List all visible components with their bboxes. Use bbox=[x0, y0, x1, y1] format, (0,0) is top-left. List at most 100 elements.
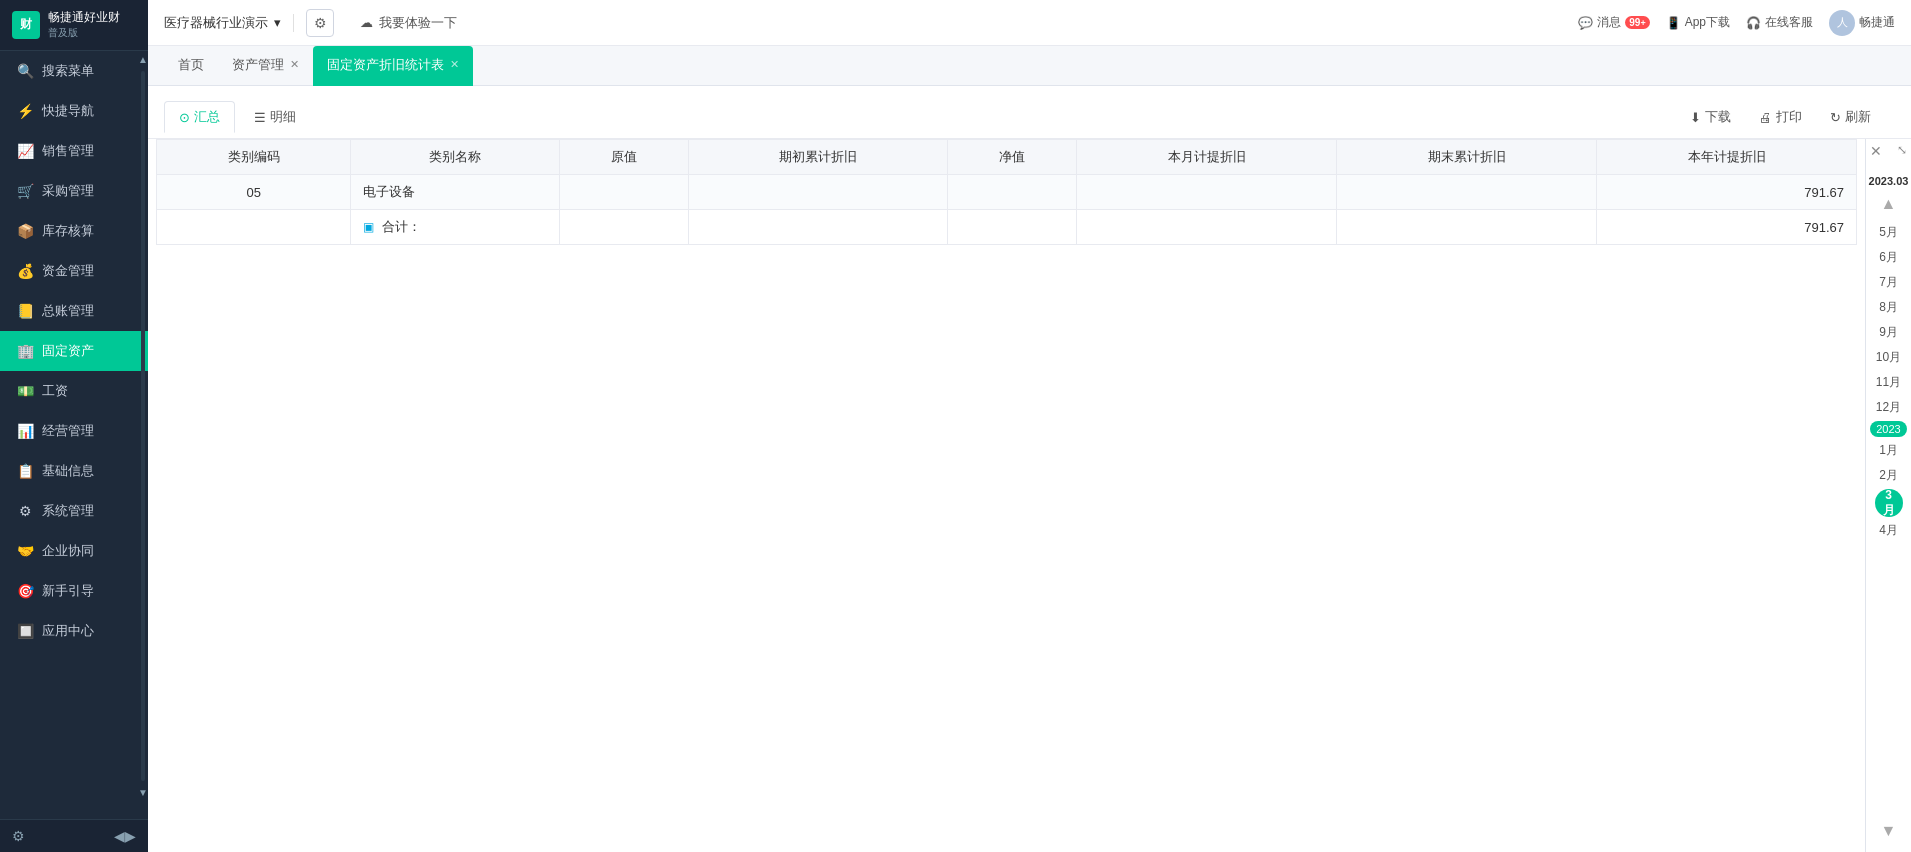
main-area: 医疗器械行业演示 ▾ ⚙ ☁ 我要体验一下 💬 消息 99+ 📱 App下载 🎧… bbox=[148, 0, 1911, 852]
settings-footer-icon[interactable]: ⚙ bbox=[12, 828, 25, 844]
assets-icon: 🏢 bbox=[16, 342, 34, 360]
panel-month-11[interactable]: 11月 bbox=[1870, 371, 1908, 394]
sidebar-item-assets[interactable]: 🏢 固定资产 bbox=[0, 331, 148, 371]
basic-icon: 📋 bbox=[16, 462, 34, 480]
panel-month-list: 5月 6月 7月 8月 9月 10月 11月 12月 2023 1月 2月 3月… bbox=[1866, 221, 1911, 814]
subtab-detail[interactable]: ☰ 明细 bbox=[239, 101, 311, 133]
experience-button[interactable]: ☁ 我要体验一下 bbox=[350, 10, 467, 36]
refresh-button[interactable]: ↻ 刷新 bbox=[1822, 104, 1879, 130]
search-icon: 🔍 bbox=[16, 62, 34, 80]
panel-expand-icon[interactable]: ⤡ bbox=[1897, 143, 1907, 157]
sidebar-item-fund-label: 资金管理 bbox=[42, 262, 94, 280]
subtab-summary[interactable]: ⊙ 汇总 bbox=[164, 101, 235, 133]
sidebar-scroll-area: 🔍 搜索菜单 ⚡ 快捷导航 📈 销售管理 🛒 采购管理 📦 库存核算 💰 资金管… bbox=[0, 51, 148, 819]
print-button[interactable]: 🖨 打印 bbox=[1751, 104, 1810, 130]
tab-depreciation-table[interactable]: 固定资产折旧统计表 ✕ bbox=[313, 46, 473, 86]
panel-close-icon[interactable]: ✕ bbox=[1870, 143, 1882, 159]
col-original: 原值 bbox=[559, 140, 688, 175]
download-label: App下载 bbox=[1685, 14, 1730, 31]
panel-month-8[interactable]: 8月 bbox=[1870, 296, 1908, 319]
guide-icon: 🎯 bbox=[16, 582, 34, 600]
download-button[interactable]: 📱 App下载 bbox=[1666, 14, 1730, 31]
company-selector[interactable]: 医疗器械行业演示 ▾ bbox=[164, 14, 281, 32]
col-net: 净值 bbox=[948, 140, 1077, 175]
col-name: 类别名称 bbox=[351, 140, 560, 175]
experience-label: 我要体验一下 bbox=[379, 14, 457, 32]
panel-month-1[interactable]: 1月 bbox=[1870, 439, 1908, 462]
table-row: 05 电子设备 791.67 bbox=[157, 175, 1857, 210]
panel-month-2[interactable]: 2月 bbox=[1870, 464, 1908, 487]
user-menu[interactable]: 人 畅捷通 bbox=[1829, 10, 1895, 36]
content-area: ⊙ 汇总 ☰ 明细 ⬇ 下载 🖨 打印 ↻ 刷新 bbox=[148, 86, 1911, 852]
panel-month-9[interactable]: 9月 bbox=[1870, 321, 1908, 344]
panel-scroll-up[interactable]: ▲ bbox=[1877, 191, 1901, 217]
sidebar-item-salary-label: 工资 bbox=[42, 382, 68, 400]
panel-year-2023[interactable]: 2023 bbox=[1870, 421, 1906, 437]
panel-scroll-down[interactable]: ▼ bbox=[1877, 818, 1901, 844]
content-main: 类别编码 类别名称 原值 期初累计折旧 净值 本月计提折旧 期末累计折旧 本年计… bbox=[148, 139, 1865, 852]
tab-home[interactable]: 首页 bbox=[164, 46, 218, 86]
panel-month-6[interactable]: 6月 bbox=[1870, 246, 1908, 269]
cell-code: 05 bbox=[157, 175, 351, 210]
sidebar-item-search-label: 搜索菜单 bbox=[42, 62, 94, 80]
cell-name: 电子设备 bbox=[351, 175, 560, 210]
panel-month-12[interactable]: 12月 bbox=[1870, 396, 1908, 419]
subtab-summary-label: 汇总 bbox=[194, 108, 220, 126]
sidebar-item-basic[interactable]: 📋 基础信息 bbox=[0, 451, 148, 491]
notification-button[interactable]: 💬 消息 99+ bbox=[1578, 14, 1649, 31]
sidebar-footer: ⚙ ◀▶ bbox=[0, 819, 148, 852]
sidebar-item-apps-label: 应用中心 bbox=[42, 622, 94, 640]
sidebar-item-sales[interactable]: 📈 销售管理 bbox=[0, 131, 148, 171]
sidebar-item-operation-label: 经营管理 bbox=[42, 422, 94, 440]
sidebar-item-fund[interactable]: 💰 资金管理 bbox=[0, 251, 148, 291]
col-period-dep: 期末累计折旧 bbox=[1337, 140, 1597, 175]
refresh-label: 刷新 bbox=[1845, 108, 1871, 126]
subtabs: ⊙ 汇总 ☰ 明细 ⬇ 下载 🖨 打印 ↻ 刷新 bbox=[148, 86, 1911, 139]
collapse-icon[interactable]: ◀▶ bbox=[114, 828, 136, 844]
sidebar-item-salary[interactable]: 💵 工资 bbox=[0, 371, 148, 411]
toolbar: ⬇ 下载 🖨 打印 ↻ 刷新 bbox=[1666, 96, 1895, 138]
sidebar-item-inventory-label: 库存核算 bbox=[42, 222, 94, 240]
topbar-settings-button[interactable]: ⚙ bbox=[306, 9, 334, 37]
tab-asset-management-close[interactable]: ✕ bbox=[290, 58, 299, 71]
subtotal-net bbox=[948, 210, 1077, 245]
sidebar-item-guide-label: 新手引导 bbox=[42, 582, 94, 600]
logo-sub: 普及版 bbox=[48, 26, 120, 40]
sidebar-item-collab[interactable]: 🤝 企业协同 bbox=[0, 531, 148, 571]
user-avatar: 人 bbox=[1829, 10, 1855, 36]
sidebar-item-search[interactable]: 🔍 搜索菜单 bbox=[0, 51, 148, 91]
panel-month-10[interactable]: 10月 bbox=[1870, 346, 1908, 369]
subtotal-icon: ▣ bbox=[363, 220, 374, 234]
service-icon: 🎧 bbox=[1746, 16, 1761, 30]
sidebar-scroll-down[interactable]: ▼ bbox=[138, 783, 148, 802]
panel-month-5[interactable]: 5月 bbox=[1870, 221, 1908, 244]
print-label: 打印 bbox=[1776, 108, 1802, 126]
tab-depreciation-close[interactable]: ✕ bbox=[450, 58, 459, 71]
sidebar-item-nav[interactable]: ⚡ 快捷导航 bbox=[0, 91, 148, 131]
sidebar-item-inventory[interactable]: 📦 库存核算 bbox=[0, 211, 148, 251]
service-button[interactable]: 🎧 在线客服 bbox=[1746, 14, 1813, 31]
sidebar-scroll-up[interactable]: ▲ bbox=[138, 50, 148, 69]
salary-icon: 💵 bbox=[16, 382, 34, 400]
sidebar-item-guide[interactable]: 🎯 新手引导 bbox=[0, 571, 148, 611]
sidebar-item-operation[interactable]: 📊 经营管理 bbox=[0, 411, 148, 451]
sidebar-item-purchase[interactable]: 🛒 采购管理 bbox=[0, 171, 148, 211]
tab-depreciation-label: 固定资产折旧统计表 bbox=[327, 56, 444, 74]
tab-asset-management-label: 资产管理 bbox=[232, 56, 284, 74]
sidebar-item-system[interactable]: ⚙ 系统管理 bbox=[0, 491, 148, 531]
sidebar-item-nav-label: 快捷导航 bbox=[42, 102, 94, 120]
company-name: 医疗器械行业演示 bbox=[164, 14, 268, 32]
sidebar-item-apps[interactable]: 🔲 应用中心 bbox=[0, 611, 148, 651]
panel-month-3-active[interactable]: 3月 bbox=[1875, 489, 1903, 517]
subtotal-row: ▣ 合计： 791.67 bbox=[157, 210, 1857, 245]
sidebar-item-ledger[interactable]: 📒 总账管理 bbox=[0, 291, 148, 331]
subtab-detail-label: 明细 bbox=[270, 108, 296, 126]
panel-month-7[interactable]: 7月 bbox=[1870, 271, 1908, 294]
logo-text: 畅捷通好业财 bbox=[48, 10, 120, 26]
sidebar-item-basic-label: 基础信息 bbox=[42, 462, 94, 480]
download-toolbar-button[interactable]: ⬇ 下载 bbox=[1682, 104, 1739, 130]
tab-asset-management[interactable]: 资产管理 ✕ bbox=[218, 46, 313, 86]
panel-year-label: 2023.03 bbox=[1869, 175, 1909, 187]
tab-home-label: 首页 bbox=[178, 56, 204, 74]
panel-month-4[interactable]: 4月 bbox=[1870, 519, 1908, 542]
